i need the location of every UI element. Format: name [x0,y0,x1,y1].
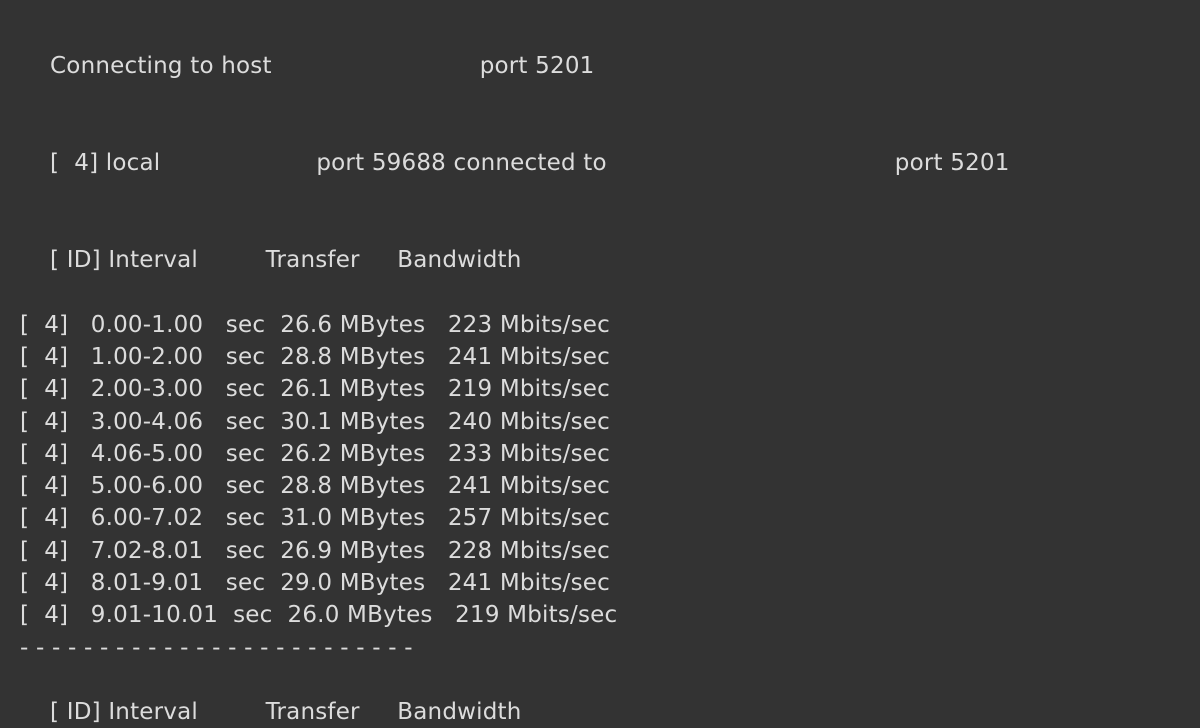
header-id: [ ID] [50,247,101,273]
connecting-prefix: Connecting to host [50,53,272,79]
table-row: [ 4] 6.00-7.02 sec 31.0 MBytes 257 Mbits… [20,502,1180,534]
connecting-port: 5201 [535,53,594,79]
remote-port-label: port [895,150,943,176]
local-prefix: [ 4] local [50,150,160,176]
header-interval: Interval [108,247,198,273]
table-row: [ 4] 7.02-8.01 sec 26.9 MBytes 228 Mbits… [20,535,1180,567]
summary-header-transfer: Transfer [266,699,360,725]
summary-header-bandwidth: Bandwidth [397,699,521,725]
connected-to: connected to [454,150,607,176]
table-row: [ 4] 0.00-1.00 sec 26.6 MBytes 223 Mbits… [20,309,1180,341]
table-row: [ 4] 5.00-6.00 sec 28.8 MBytes 241 Mbits… [20,470,1180,502]
summary-header-interval: Interval [108,699,198,725]
table-row: [ 4] 3.00-4.06 sec 30.1 MBytes 240 Mbits… [20,406,1180,438]
table-row: [ 4] 9.01-10.01 sec 26.0 MBytes 219 Mbit… [20,599,1180,631]
table-row: [ 4] 8.01-9.01 sec 29.0 MBytes 241 Mbits… [20,567,1180,599]
separator-line: - - - - - - - - - - - - - - - - - - - - … [20,632,1180,664]
summary-header-line: [ ID] Interval Transfer Bandwidth [20,664,1180,728]
table-row: [ 4] 4.06-5.00 sec 26.2 MBytes 233 Mbits… [20,438,1180,470]
local-port-label: port [316,150,364,176]
header-line: [ ID] Interval Transfer Bandwidth [20,212,1180,309]
header-transfer: Transfer [266,247,360,273]
local-line: [ 4] local port 59688 connected to port 52… [20,115,1180,212]
connecting-line: Connecting to host port 5201 [20,18,1180,115]
table-row: [ 4] 2.00-3.00 sec 26.1 MBytes 219 Mbits… [20,373,1180,405]
header-bandwidth: Bandwidth [397,247,521,273]
interval-rows: [ 4] 0.00-1.00 sec 26.6 MBytes 223 Mbits… [20,309,1180,632]
local-port: 59688 [372,150,446,176]
terminal-output: Connecting to host port 5201 [ 4] local po… [0,0,1200,728]
table-row: [ 4] 1.00-2.00 sec 28.8 MBytes 241 Mbits… [20,341,1180,373]
remote-port: 5201 [950,150,1009,176]
summary-header-id: [ ID] [50,699,101,725]
connecting-port-label: port [480,53,528,79]
